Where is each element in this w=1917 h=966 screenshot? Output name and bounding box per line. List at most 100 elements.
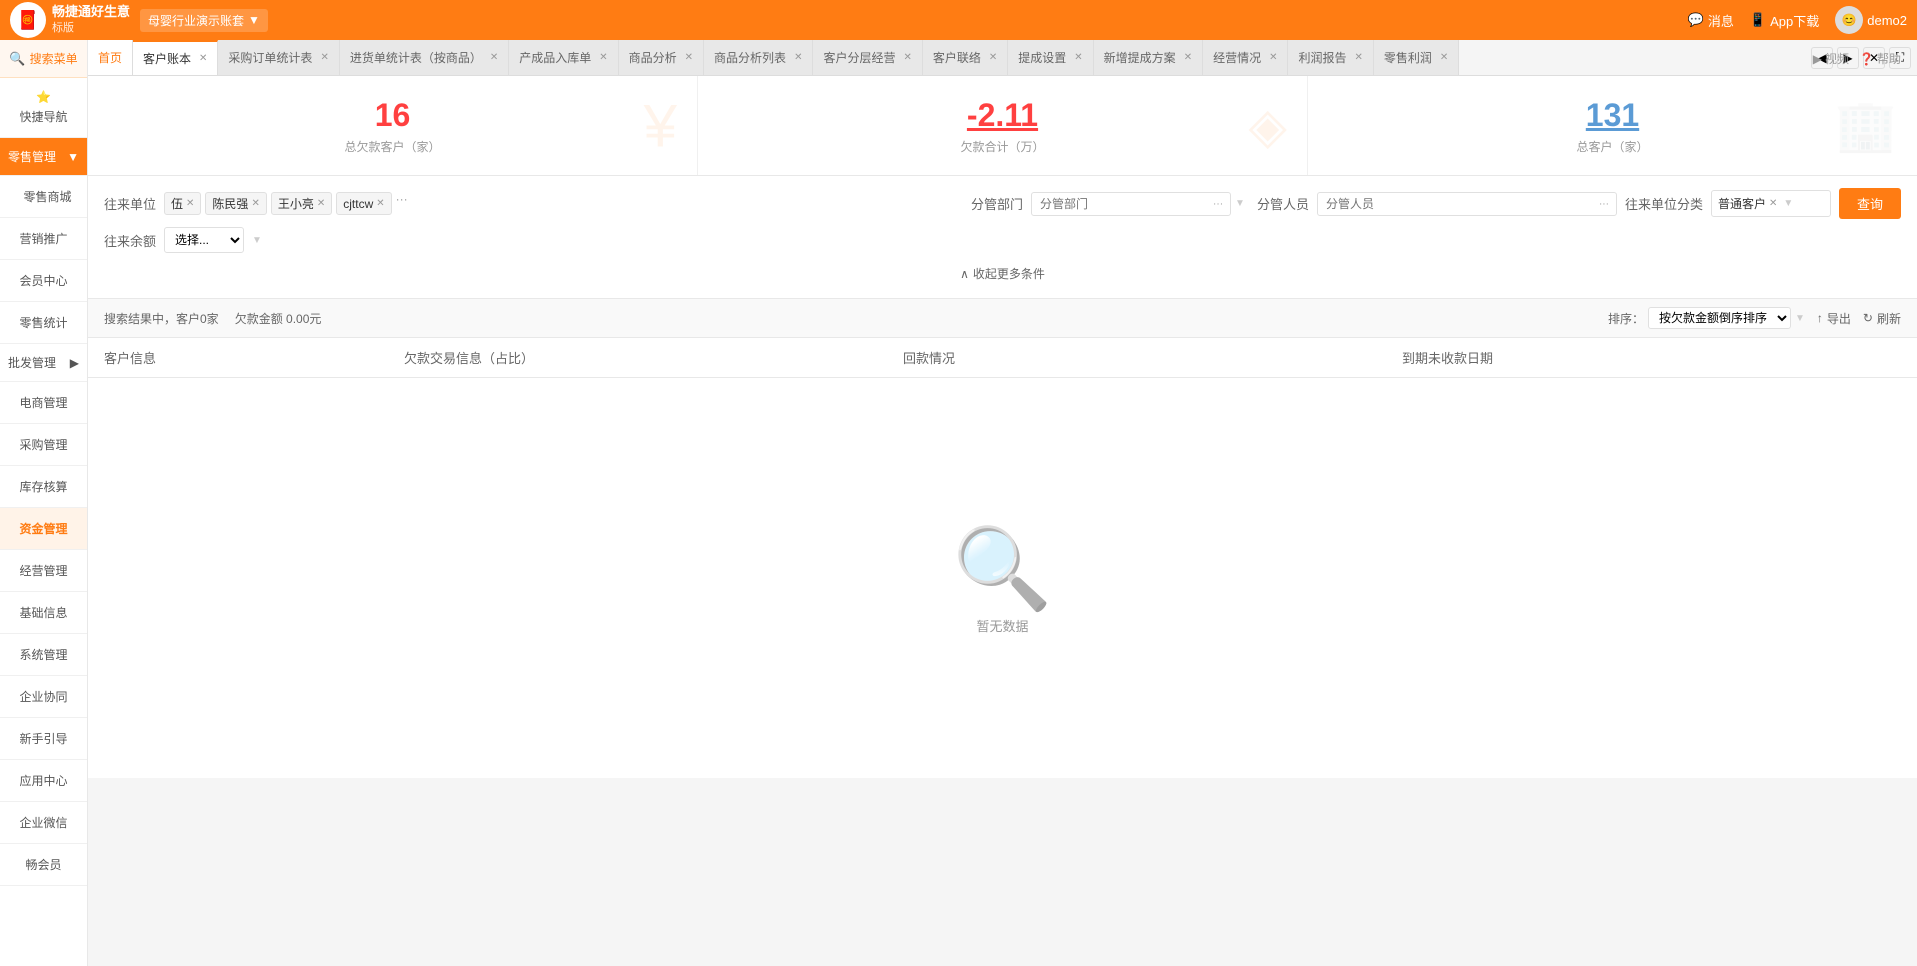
- sidebar-item-batch-mgmt[interactable]: 批发管理 ▶: [0, 344, 87, 382]
- sidebar-item-zero-retail-mgmt[interactable]: 零售管理 ▼: [0, 138, 87, 176]
- amount-arrow: ▼: [252, 235, 262, 246]
- empty-icon: 🔍: [953, 522, 1053, 616]
- tag-wu-close[interactable]: ✕: [186, 198, 194, 209]
- tab-goods-analysis-list-label: 商品分析列表: [714, 49, 786, 66]
- app-wrapper: 🧧 畅捷通好生意 标版 母婴行业演示账套 ▼ 💬 消息 📱 App下载 😊: [0, 0, 1917, 966]
- unit-cat-tag-close[interactable]: ✕: [1769, 198, 1777, 209]
- sidebar-item-zero-retail-shop[interactable]: 零售商城: [0, 176, 87, 218]
- message-btn[interactable]: 💬 消息: [1688, 11, 1734, 30]
- sort-arrow-icon: ▼: [1795, 313, 1805, 324]
- dept-dots-icon: ···: [1213, 198, 1223, 209]
- sidebar-search[interactable]: 🔍 搜索菜单: [0, 40, 87, 78]
- sidebar-item-vip[interactable]: 畅会员: [0, 844, 87, 886]
- results-summary: 搜索结果中，客户0家: [104, 310, 219, 327]
- tab-close-goods-list[interactable]: ✕: [794, 52, 802, 63]
- refresh-label: 刷新: [1877, 310, 1901, 327]
- search-button[interactable]: 查询: [1839, 188, 1901, 219]
- tab-customer-segment[interactable]: 客户分层经营 ✕: [813, 40, 922, 76]
- sidebar-item-member[interactable]: 会员中心: [0, 260, 87, 302]
- sidebar-item-app-center[interactable]: 应用中心: [0, 760, 87, 802]
- tab-close-retail-profit[interactable]: ✕: [1440, 52, 1448, 63]
- tab-goods-analysis[interactable]: 商品分析 ✕: [619, 40, 704, 76]
- tab-boost-settings-label: 提成设置: [1018, 49, 1066, 66]
- tab-incoming-stats[interactable]: 进货单统计表（按商品） ✕: [340, 40, 509, 76]
- purchase-label: 采购管理: [19, 436, 67, 453]
- unit-label: 往来单位: [104, 194, 156, 213]
- tab-close-customer-segment[interactable]: ✕: [903, 52, 911, 63]
- sidebar-item-purchase[interactable]: 采购管理: [0, 424, 87, 466]
- filter-row-1: 往来单位 伍 ✕ 陈民强 ✕ 王小亮: [104, 188, 1901, 219]
- tag-chen-close[interactable]: ✕: [251, 198, 259, 209]
- tab-new-boost-plan[interactable]: 新增提成方案 ✕: [1094, 40, 1203, 76]
- dept-input[interactable]: [1031, 192, 1231, 216]
- tab-customer-book-label: 客户账本: [143, 50, 191, 67]
- sidebar-item-corp[interactable]: 企业协同: [0, 676, 87, 718]
- stat-bg-diamond-icon: ◈: [1249, 97, 1287, 155]
- amount-select[interactable]: 选择...: [164, 227, 244, 253]
- filter-more-btn[interactable]: ···: [396, 192, 408, 215]
- tab-retail-profit[interactable]: 零售利润 ✕: [1374, 40, 1459, 76]
- refresh-btn[interactable]: ↻ 刷新: [1863, 310, 1901, 327]
- stat-debit-customers-value: 16: [375, 97, 411, 134]
- sidebar-item-wechat[interactable]: 企业微信: [0, 802, 87, 844]
- tab-close-boost-settings[interactable]: ✕: [1074, 52, 1082, 63]
- stats-bar: ▶ 视频 ❓ 帮助 ¥ 16 总欠款客户（家） ◈: [88, 76, 1917, 176]
- user-label: demo2: [1867, 13, 1907, 28]
- sidebar-item-ops[interactable]: 经营管理: [0, 550, 87, 592]
- tab-close-goods-analysis[interactable]: ✕: [685, 52, 693, 63]
- sidebar-item-inventory[interactable]: 库存核算: [0, 466, 87, 508]
- download-label: App下载: [1770, 11, 1819, 30]
- tab-customer-connect[interactable]: 客户联络 ✕: [923, 40, 1008, 76]
- sort-dropdown[interactable]: 按欠款金额倒序排序: [1648, 307, 1791, 329]
- sidebar-item-marketing[interactable]: 营销推广: [0, 218, 87, 260]
- col-repayment: 回款情况: [903, 348, 1402, 367]
- batch-mgmt-label: 批发管理: [8, 354, 56, 371]
- sidebar-item-ecommerce[interactable]: 电商管理: [0, 382, 87, 424]
- filter-area: 往来单位 伍 ✕ 陈民强 ✕ 王小亮: [88, 176, 1917, 299]
- sidebar-item-quick-nav[interactable]: ⭐ 快捷导航: [0, 78, 87, 138]
- person-input[interactable]: [1317, 192, 1617, 216]
- tag-cjttcw-close[interactable]: ✕: [376, 198, 384, 209]
- tab-boost-settings[interactable]: 提成设置 ✕: [1008, 40, 1093, 76]
- results-right: 排序： 按欠款金额倒序排序 ▼ ↑ 导出 ↻ 刷新: [1608, 307, 1901, 329]
- tab-close-incoming-stats[interactable]: ✕: [490, 52, 498, 63]
- tab-goods-analysis-list[interactable]: 商品分析列表 ✕: [704, 40, 813, 76]
- user-avatar-area[interactable]: 😊 demo2: [1835, 6, 1907, 34]
- results-left: 搜索结果中，客户0家 欠款金额 0.00元: [104, 310, 321, 327]
- tab-biz-situation[interactable]: 经营情况 ✕: [1203, 40, 1288, 76]
- tab-profit-report-label: 利润报告: [1298, 49, 1346, 66]
- tab-product-inbound-label: 产成品入库单: [519, 49, 591, 66]
- tab-home[interactable]: 首页: [88, 40, 133, 76]
- basic-label: 基础信息: [19, 604, 67, 621]
- tab-close-purchase-order[interactable]: ✕: [320, 52, 328, 63]
- collapse-icon: ∧: [960, 267, 969, 281]
- sidebar-item-sys[interactable]: 系统管理: [0, 634, 87, 676]
- stat-debit-customers: ¥ 16 总欠款客户（家）: [88, 76, 698, 175]
- tab-customer-book[interactable]: 客户账本 ✕: [133, 40, 218, 76]
- top-bar: 🧧 畅捷通好生意 标版 母婴行业演示账套 ▼ 💬 消息 📱 App下载 😊: [0, 0, 1917, 40]
- download-btn[interactable]: 📱 App下载: [1750, 11, 1819, 30]
- tab-close-biz-situation[interactable]: ✕: [1269, 52, 1277, 63]
- account-dropdown[interactable]: 母婴行业演示账套 ▼: [140, 9, 268, 32]
- tab-purchase-order[interactable]: 采购订单统计表 ✕: [218, 40, 339, 76]
- tab-close-profit-report[interactable]: ✕: [1355, 52, 1363, 63]
- collapse-btn[interactable]: ∧ 收起更多条件: [104, 261, 1901, 286]
- tab-close-customer-connect[interactable]: ✕: [989, 52, 997, 63]
- tab-close-customer-book[interactable]: ✕: [199, 53, 207, 64]
- sidebar-item-retail-stats[interactable]: 零售统计: [0, 302, 87, 344]
- tab-close-product-inbound[interactable]: ✕: [599, 52, 607, 63]
- tab-profit-report[interactable]: 利润报告 ✕: [1288, 40, 1373, 76]
- person-dots-icon: ···: [1599, 198, 1609, 209]
- tab-close-new-boost-plan[interactable]: ✕: [1184, 52, 1192, 63]
- tab-product-inbound[interactable]: 产成品入库单 ✕: [509, 40, 618, 76]
- unit-category-select[interactable]: 普通客户 ✕ ▼: [1711, 190, 1831, 217]
- data-table: 客户信息 欠款交易信息（占比） 回款情况 到期未收款日期 🔍 暂无数据: [88, 338, 1917, 778]
- stat-total-customers-value: 131: [1586, 97, 1639, 134]
- tag-wang-close[interactable]: ✕: [317, 198, 325, 209]
- batch-chevron-icon: ▶: [70, 356, 79, 370]
- debt-summary: 欠款金额 0.00元: [235, 310, 322, 327]
- export-btn[interactable]: ↑ 导出: [1817, 310, 1851, 327]
- sidebar-item-basic[interactable]: 基础信息: [0, 592, 87, 634]
- sidebar-item-guide[interactable]: 新手引导: [0, 718, 87, 760]
- sidebar-item-finance[interactable]: 资金管理: [0, 508, 87, 550]
